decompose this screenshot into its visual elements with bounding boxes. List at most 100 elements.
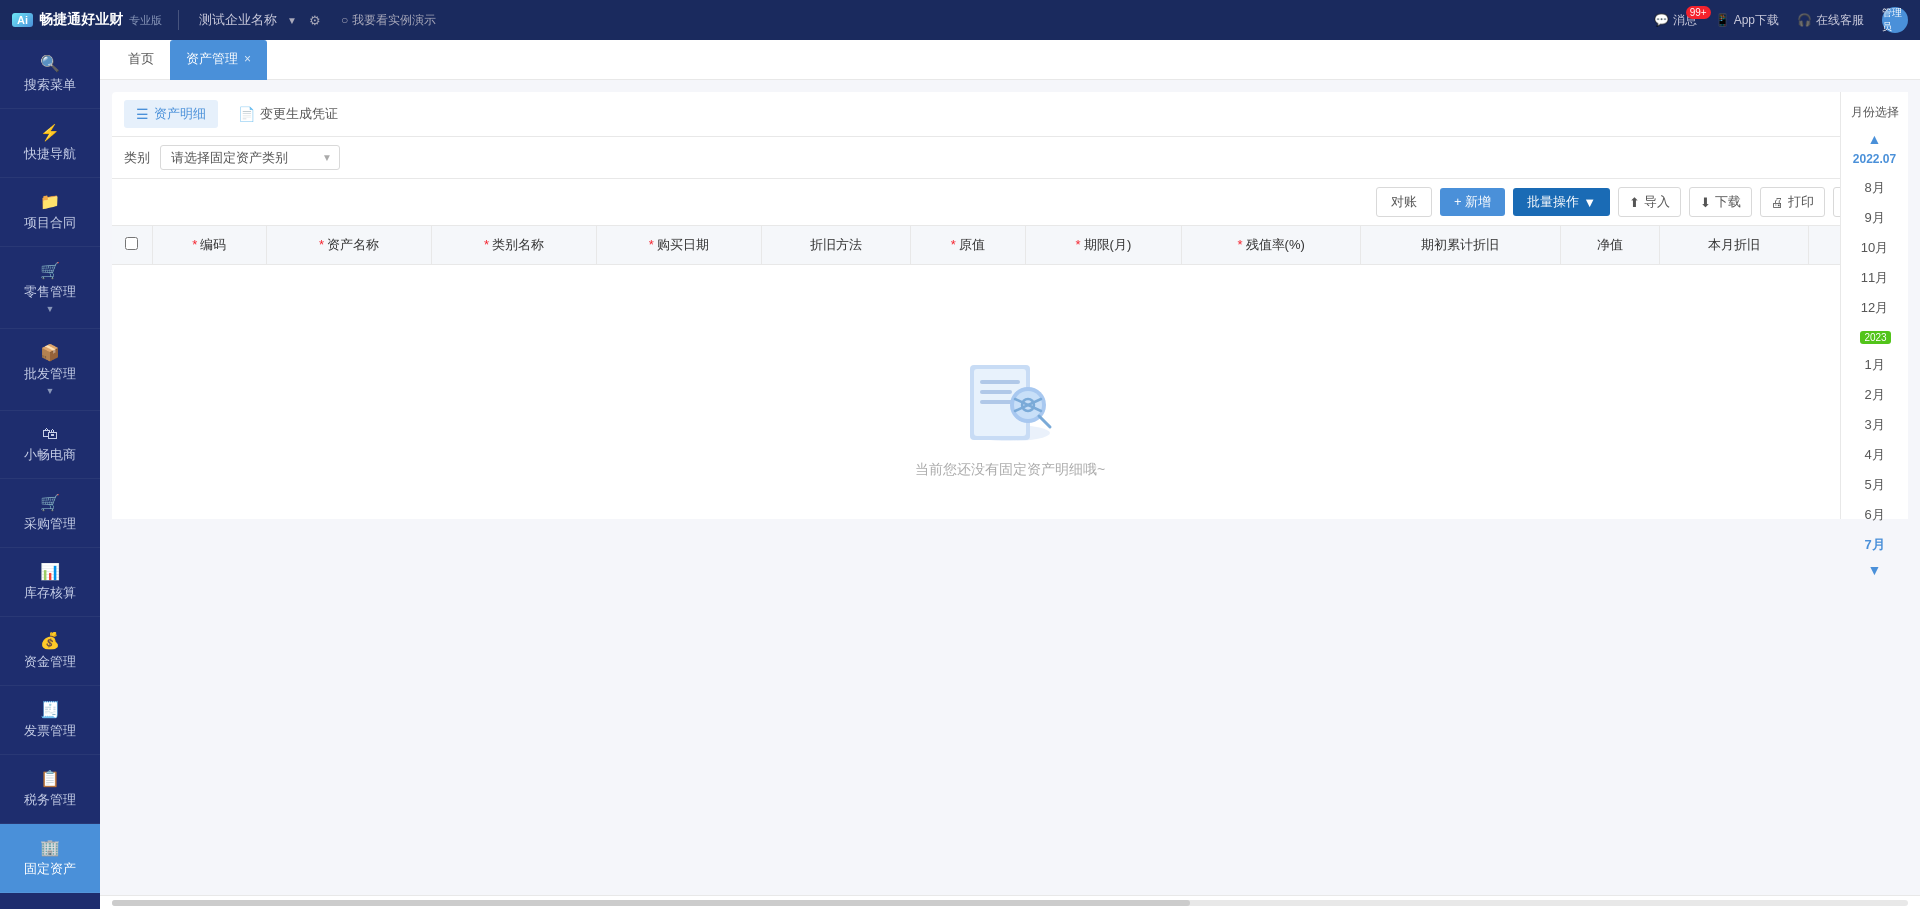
- th-purchase-date: *购买日期: [596, 226, 761, 265]
- th-residual-rate: *残值率(%): [1182, 226, 1361, 265]
- month-item-6[interactable]: 6月: [1841, 500, 1908, 530]
- message-icon: 💬: [1654, 13, 1669, 27]
- ai-badge: Ai: [12, 13, 33, 27]
- tab-change-voucher[interactable]: 📄 变更生成凭证: [226, 100, 350, 128]
- month-item-7[interactable]: 7月: [1841, 530, 1908, 560]
- category-label: 类别: [124, 149, 150, 167]
- toolbar: ☰ 资产明细 📄 变更生成凭证: [112, 92, 1908, 137]
- sidebar-item-retail[interactable]: 🛒 零售管理 ▼: [0, 247, 100, 329]
- add-button[interactable]: + 新增: [1440, 188, 1505, 216]
- user-avatar[interactable]: 管理员: [1882, 7, 1908, 33]
- quick-nav-icon: ⚡: [40, 123, 60, 142]
- month-item-8[interactable]: 8月: [1841, 173, 1908, 203]
- inventory-icon: 📊: [40, 562, 60, 581]
- page-inner: ☰ 资产明细 📄 变更生成凭证 类别 请选择固定资产类别: [112, 92, 1908, 519]
- th-code: *编码: [152, 226, 267, 265]
- app-download-button[interactable]: 📱 App下载: [1715, 12, 1779, 29]
- sidebar-item-label-retail: 零售管理: [24, 283, 76, 301]
- sidebar-item-label-tax: 税务管理: [24, 791, 76, 809]
- sidebar-item-salary[interactable]: 💼 工资: [0, 893, 100, 909]
- reconcile-button[interactable]: 对账: [1376, 187, 1432, 217]
- empty-state: 当前您还没有固定资产明细哦~: [112, 265, 1908, 519]
- th-accumulated-depreciation: 期初累计折旧: [1361, 226, 1561, 265]
- th-category-name: *类别名称: [431, 226, 596, 265]
- project-icon: 📁: [40, 192, 60, 211]
- month-year-2022[interactable]: 2022.07: [1853, 149, 1896, 169]
- table-header-checkbox: [112, 226, 152, 265]
- sidebar-item-label-fixed-assets: 固定资产: [24, 860, 76, 878]
- category-select-wrapper: 请选择固定资产类别 ▼: [160, 145, 340, 170]
- assets-table: *编码 *资产名称 *类别名称 *购买日期: [112, 226, 1908, 265]
- sidebar-item-invoice[interactable]: 🧾 发票管理: [0, 686, 100, 755]
- message-button[interactable]: 💬 消息 99+: [1654, 12, 1697, 29]
- batch-button[interactable]: 批量操作 ▼: [1513, 188, 1610, 216]
- message-badge: 99+: [1686, 6, 1711, 19]
- purchase-icon: 🛒: [40, 493, 60, 512]
- sidebar-item-tax[interactable]: 📋 税务管理: [0, 755, 100, 824]
- th-period-months: *期限(月): [1025, 226, 1182, 265]
- sidebar-item-fund[interactable]: 💰 资金管理: [0, 617, 100, 686]
- select-all-checkbox[interactable]: [125, 237, 138, 250]
- month-item-11[interactable]: 11月: [1841, 263, 1908, 293]
- month-item-1[interactable]: 1月: [1841, 350, 1908, 380]
- month-item-9[interactable]: 9月: [1841, 203, 1908, 233]
- month-item-4[interactable]: 4月: [1841, 440, 1908, 470]
- month-item-5[interactable]: 5月: [1841, 470, 1908, 500]
- sidebar-item-search[interactable]: 🔍 搜索菜单: [0, 40, 100, 109]
- sidebar-item-inventory[interactable]: 📊 库存核算: [0, 548, 100, 617]
- horizontal-scrollbar[interactable]: [112, 900, 1908, 906]
- month-up-arrow[interactable]: ▲: [1868, 129, 1882, 149]
- svg-line-11: [1039, 416, 1050, 427]
- tab-close-icon[interactable]: ×: [244, 52, 251, 66]
- category-select[interactable]: 请选择固定资产类别: [160, 145, 340, 170]
- print-icon: 🖨: [1771, 195, 1784, 210]
- demo-button[interactable]: ○ 我要看实例演示: [341, 12, 436, 29]
- sidebar-item-label-project: 项目合同: [24, 214, 76, 232]
- tab-bar: 首页 资产管理 ×: [100, 40, 1920, 80]
- download-button[interactable]: ⬇ 下载: [1689, 187, 1752, 217]
- fixed-assets-icon: 🏢: [40, 838, 60, 857]
- brand: Ai 畅捷通好业财 专业版: [12, 11, 162, 29]
- content-area: 首页 资产管理 × ☰ 资产明细 📄 变更生成凭证: [100, 40, 1920, 909]
- import-icon: ⬆: [1629, 195, 1640, 210]
- ecommerce-icon: 🛍: [42, 425, 58, 443]
- invoice-icon: 🧾: [40, 700, 60, 719]
- month-item-3[interactable]: 3月: [1841, 410, 1908, 440]
- download-icon: ⬇: [1700, 195, 1711, 210]
- sidebar-item-purchase[interactable]: 🛒 采购管理: [0, 479, 100, 548]
- import-button[interactable]: ⬆ 导入: [1618, 187, 1681, 217]
- tab-home[interactable]: 首页: [112, 40, 170, 80]
- phone-icon: 📱: [1715, 13, 1730, 27]
- sidebar-item-label-quick-nav: 快捷导航: [24, 145, 76, 163]
- customer-service-button[interactable]: 🎧 在线客服: [1797, 12, 1864, 29]
- th-monthly-depreciation: 本月折旧: [1659, 226, 1808, 265]
- demo-icon: ○: [341, 13, 348, 27]
- action-bar: 对账 + 新增 批量操作 ▼ ⬆ 导入 ⬇ 下载: [112, 179, 1908, 226]
- print-button[interactable]: 🖨 打印: [1760, 187, 1825, 217]
- company-selector[interactable]: 测试企业名称: [199, 11, 277, 29]
- scrollbar-thumb[interactable]: [112, 900, 1190, 906]
- sidebar-item-quick-nav[interactable]: ⚡ 快捷导航: [0, 109, 100, 178]
- empty-illustration: [950, 345, 1070, 445]
- tab-asset-detail[interactable]: ☰ 资产明细: [124, 100, 218, 128]
- sidebar-item-label-wholesale: 批发管理: [24, 365, 76, 383]
- sidebar-item-fixed-assets[interactable]: 🏢 固定资产: [0, 824, 100, 893]
- settings-icon[interactable]: ⚙: [309, 13, 321, 28]
- company-dropdown-icon[interactable]: ▼: [287, 15, 297, 26]
- page-content: ☰ 资产明细 📄 变更生成凭证 类别 请选择固定资产类别: [100, 80, 1920, 895]
- month-item-12[interactable]: 12月: [1841, 293, 1908, 323]
- top-bar-right: 💬 消息 99+ 📱 App下载 🎧 在线客服 管理员: [1654, 7, 1908, 33]
- retail-icon: 🛒: [40, 261, 60, 280]
- month-item-2[interactable]: 2月: [1841, 380, 1908, 410]
- sidebar-item-label-purchase: 采购管理: [24, 515, 76, 533]
- main-layout: 🔍 搜索菜单 ⚡ 快捷导航 📁 项目合同 🛒 零售管理 ▼ 📦 批发管理 ▼ 🛍…: [0, 40, 1920, 909]
- th-original-value: *原值: [911, 226, 1026, 265]
- tab-asset-management[interactable]: 资产管理 ×: [170, 40, 267, 80]
- month-down-arrow[interactable]: ▼: [1868, 560, 1882, 580]
- tax-icon: 📋: [40, 769, 60, 788]
- sidebar-item-project[interactable]: 📁 项目合同: [0, 178, 100, 247]
- sidebar-item-ecommerce[interactable]: 🛍 小畅电商: [0, 411, 100, 479]
- month-panel: 月份选择 ▲ 2022.07 8月 9月 10月 11月 12月 2023 1月…: [1840, 92, 1908, 519]
- month-item-10[interactable]: 10月: [1841, 233, 1908, 263]
- sidebar-item-wholesale[interactable]: 📦 批发管理 ▼: [0, 329, 100, 411]
